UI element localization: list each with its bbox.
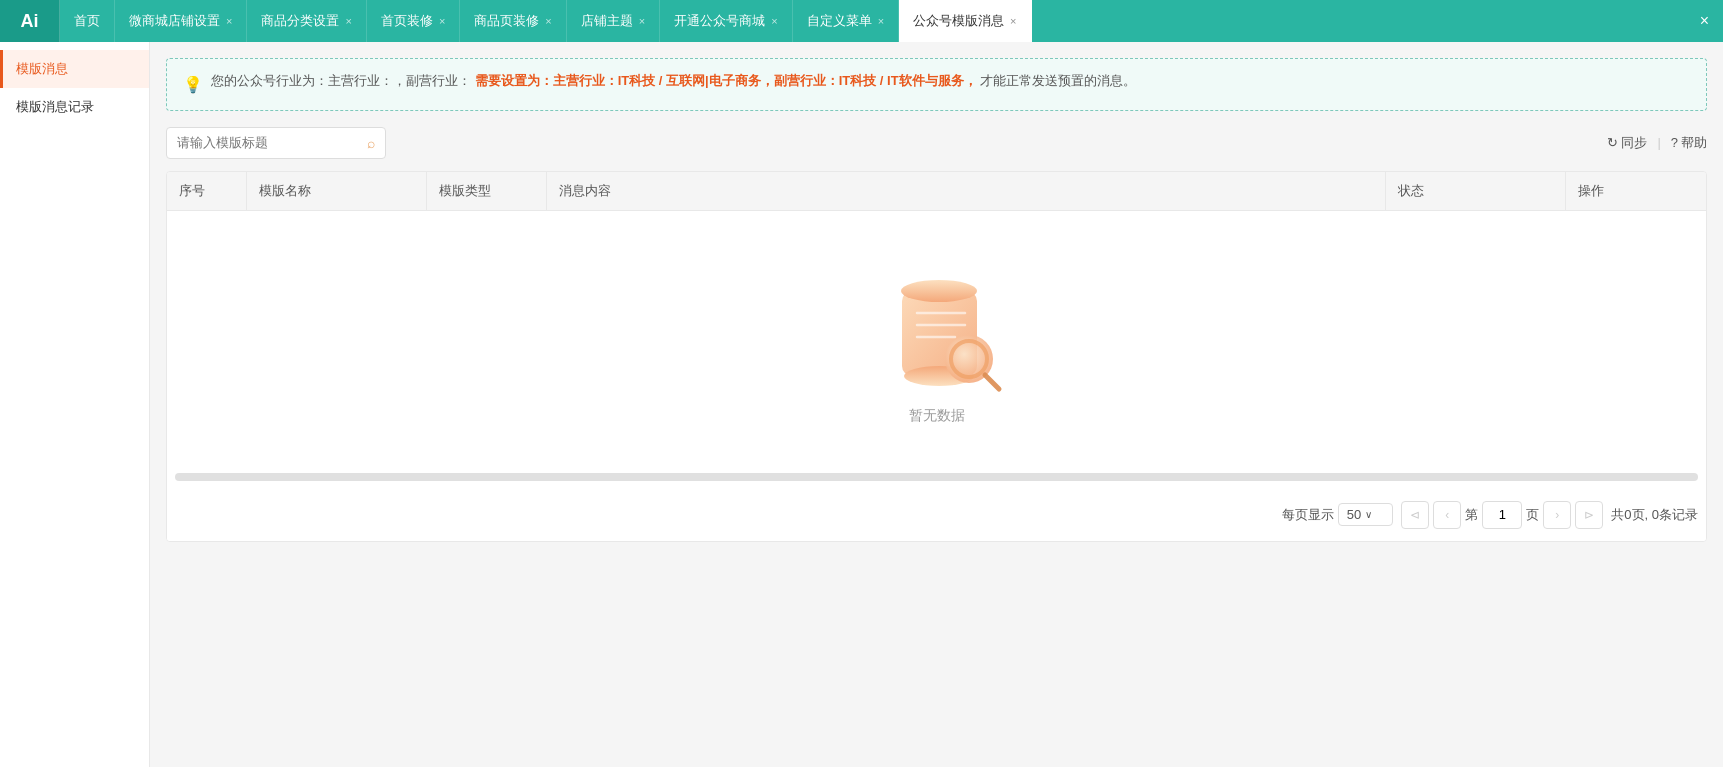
tab-home-label: 首页 bbox=[74, 12, 100, 30]
last-page-icon: ⊳ bbox=[1584, 508, 1594, 522]
chevron-down-icon: ∨ bbox=[1365, 509, 1372, 520]
empty-svg bbox=[877, 271, 1017, 401]
tab-wsc-settings[interactable]: 微商城店铺设置 × bbox=[115, 0, 247, 42]
tab-product-decor-close[interactable]: × bbox=[545, 15, 551, 27]
tab-home-decor[interactable]: 首页装修 × bbox=[367, 0, 460, 42]
tab-product-decor-label: 商品页装修 bbox=[474, 12, 539, 30]
tab-home[interactable]: 首页 bbox=[60, 0, 115, 42]
sidebar-item-template-msg-label: 模版消息 bbox=[16, 61, 68, 76]
col-seq: 序号 bbox=[167, 172, 247, 210]
notice-banner: 💡 您的公众号行业为：主营行业：，副营行业： 需要设置为：主营行业：IT科技 /… bbox=[166, 58, 1707, 111]
notice-suffix: 才能正常发送预置的消息。 bbox=[980, 73, 1136, 88]
sidebar-item-template-msg-log-label: 模版消息记录 bbox=[16, 99, 94, 114]
main-layout: 模版消息 模版消息记录 💡 您的公众号行业为：主营行业：，副营行业： 需要设置为… bbox=[0, 42, 1723, 767]
page-size-select: 每页显示 50 ∨ bbox=[1282, 503, 1393, 526]
empty-text: 暂无数据 bbox=[909, 407, 965, 425]
tab-open-mall-close[interactable]: × bbox=[771, 15, 777, 27]
tab-open-mall-label: 开通公众号商城 bbox=[674, 12, 765, 30]
data-table: 序号 模版名称 模版类型 消息内容 状态 操作 bbox=[166, 171, 1707, 542]
page-size-dropdown[interactable]: 50 ∨ bbox=[1338, 503, 1393, 526]
tab-product-category-close[interactable]: × bbox=[345, 15, 351, 27]
content-area: 💡 您的公众号行业为：主营行业：，副营行业： 需要设置为：主营行业：IT科技 /… bbox=[150, 42, 1723, 767]
tab-shop-theme[interactable]: 店铺主题 × bbox=[567, 0, 660, 42]
notice-prefix: 您的公众号行业为：主营行业：，副营行业： bbox=[211, 73, 471, 88]
prev-page-icon: ‹ bbox=[1445, 508, 1449, 522]
page-suffix: 页 bbox=[1526, 506, 1539, 524]
tab-custom-menu[interactable]: 自定义菜单 × bbox=[793, 0, 899, 42]
tab-template-msg[interactable]: 公众号模版消息 × bbox=[899, 0, 1031, 42]
next-page-icon: › bbox=[1555, 508, 1559, 522]
tab-wsc-settings-label: 微商城店铺设置 bbox=[129, 12, 220, 30]
svg-point-1 bbox=[901, 280, 977, 302]
last-page-button[interactable]: ⊳ bbox=[1575, 501, 1603, 529]
first-page-button[interactable]: ⊲ bbox=[1401, 501, 1429, 529]
tab-shop-theme-label: 店铺主题 bbox=[581, 12, 633, 30]
tab-shop-theme-close[interactable]: × bbox=[639, 15, 645, 27]
sidebar-item-template-msg[interactable]: 模版消息 bbox=[0, 50, 149, 88]
toolbar-right: ↻ 同步 | ? 帮助 bbox=[1607, 134, 1707, 152]
col-type: 模版类型 bbox=[427, 172, 547, 210]
page-input[interactable] bbox=[1482, 501, 1522, 529]
scrollbar-track[interactable] bbox=[175, 473, 1698, 481]
tab-custom-menu-close[interactable]: × bbox=[878, 15, 884, 27]
tab-wsc-settings-close[interactable]: × bbox=[226, 15, 232, 27]
empty-state: 暂无数据 bbox=[167, 211, 1706, 465]
tab-custom-menu-label: 自定义菜单 bbox=[807, 12, 872, 30]
tab-product-category-label: 商品分类设置 bbox=[261, 12, 339, 30]
col-name: 模版名称 bbox=[247, 172, 427, 210]
scrollbar-area bbox=[167, 465, 1706, 489]
help-label: 帮助 bbox=[1681, 134, 1707, 152]
col-content: 消息内容 bbox=[547, 172, 1386, 210]
col-action: 操作 bbox=[1566, 172, 1706, 210]
notice-text: 您的公众号行业为：主营行业：，副营行业： 需要设置为：主营行业：IT科技 / 互… bbox=[211, 71, 1136, 92]
help-icon: ? bbox=[1671, 135, 1678, 150]
first-page-icon: ⊲ bbox=[1410, 508, 1420, 522]
svg-line-8 bbox=[985, 375, 999, 389]
sync-button[interactable]: ↻ 同步 bbox=[1607, 134, 1647, 152]
sidebar: 模版消息 模版消息记录 bbox=[0, 42, 150, 767]
sync-label: 同步 bbox=[1621, 134, 1647, 152]
sync-icon: ↻ bbox=[1607, 135, 1618, 150]
page-nav: ⊲ ‹ 第 页 › ⊳ bbox=[1401, 501, 1603, 529]
search-input[interactable] bbox=[177, 135, 367, 150]
table-header: 序号 模版名称 模版类型 消息内容 状态 操作 bbox=[167, 172, 1706, 211]
help-button[interactable]: ? 帮助 bbox=[1671, 134, 1707, 152]
pagination: 每页显示 50 ∨ ⊲ ‹ 第 页 bbox=[167, 489, 1706, 541]
notice-icon: 💡 bbox=[183, 72, 203, 98]
tab-product-category[interactable]: 商品分类设置 × bbox=[247, 0, 366, 42]
app-logo: Ai bbox=[0, 0, 60, 42]
empty-illustration bbox=[877, 271, 997, 391]
tab-template-msg-close[interactable]: × bbox=[1010, 15, 1016, 27]
tab-home-decor-label: 首页装修 bbox=[381, 12, 433, 30]
sidebar-item-template-msg-log[interactable]: 模版消息记录 bbox=[0, 88, 149, 126]
search-icon[interactable]: ⌕ bbox=[367, 135, 375, 151]
page-total: 共0页, 0条记录 bbox=[1611, 506, 1698, 524]
prev-page-button[interactable]: ‹ bbox=[1433, 501, 1461, 529]
page-size-label: 每页显示 bbox=[1282, 506, 1334, 524]
tab-open-mall[interactable]: 开通公众号商城 × bbox=[660, 0, 792, 42]
page-label: 第 bbox=[1465, 506, 1478, 524]
search-bar: ⌕ ↻ 同步 | ? 帮助 bbox=[166, 127, 1707, 159]
page-size-value: 50 bbox=[1347, 507, 1361, 522]
next-page-button[interactable]: › bbox=[1543, 501, 1571, 529]
notice-highlight: 需要设置为：主营行业：IT科技 / 互联网|电子商务，副营行业：IT科技 / I… bbox=[475, 73, 977, 88]
tab-product-decor[interactable]: 商品页装修 × bbox=[460, 0, 566, 42]
col-status: 状态 bbox=[1386, 172, 1566, 210]
topbar: Ai 首页 微商城店铺设置 × 商品分类设置 × 首页装修 × 商品页装修 × … bbox=[0, 0, 1723, 42]
tab-home-decor-close[interactable]: × bbox=[439, 15, 445, 27]
search-input-wrap: ⌕ bbox=[166, 127, 386, 159]
close-all-button[interactable]: × bbox=[1686, 0, 1723, 42]
toolbar-divider: | bbox=[1657, 135, 1660, 150]
tab-template-msg-label: 公众号模版消息 bbox=[913, 12, 1004, 30]
